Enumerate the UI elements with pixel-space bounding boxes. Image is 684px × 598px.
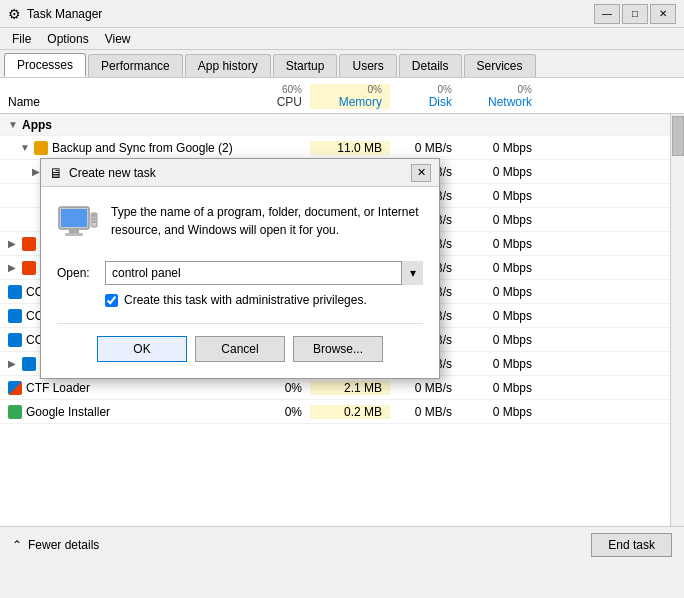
app-title: Task Manager <box>27 7 102 21</box>
open-input[interactable] <box>105 261 423 285</box>
maximize-button[interactable]: □ <box>622 4 648 24</box>
svg-rect-3 <box>65 233 83 236</box>
menu-bar: File Options View <box>0 28 684 50</box>
svg-rect-5 <box>92 214 96 217</box>
tab-processes[interactable]: Processes <box>4 53 86 77</box>
menu-view[interactable]: View <box>97 30 139 48</box>
checkbox-label: Create this task with administrative pri… <box>124 293 367 307</box>
tab-startup[interactable]: Startup <box>273 54 338 77</box>
title-bar: ⚙ Task Manager — □ ✕ <box>0 0 684 28</box>
create-task-dialog: 🖥 Create new task ✕ <box>40 158 440 379</box>
checkbox-row: Create this task with administrative pri… <box>105 293 423 307</box>
dialog-buttons: OK Cancel Browse... <box>57 323 423 362</box>
tab-performance[interactable]: Performance <box>88 54 183 77</box>
tab-users[interactable]: Users <box>339 54 396 77</box>
dialog-overlay: 🖥 Create new task ✕ <box>0 78 684 562</box>
menu-options[interactable]: Options <box>39 30 96 48</box>
svg-rect-7 <box>92 221 96 223</box>
browse-button[interactable]: Browse... <box>293 336 383 362</box>
dialog-content: Type the name of a program, folder, docu… <box>41 187 439 378</box>
minimize-button[interactable]: — <box>594 4 620 24</box>
svg-rect-1 <box>61 209 87 227</box>
dialog-open-row: Open: ▾ <box>57 261 423 285</box>
tab-details[interactable]: Details <box>399 54 462 77</box>
dialog-description: Type the name of a program, folder, docu… <box>111 203 423 245</box>
admin-checkbox[interactable] <box>105 294 118 307</box>
dialog-title: Create new task <box>69 166 156 180</box>
open-input-wrapper: ▾ <box>105 261 423 285</box>
main-content: Name 60% CPU 0% Memory 0% Disk 0% Networ… <box>0 78 684 562</box>
svg-rect-6 <box>92 218 96 220</box>
tabs: Processes Performance App history Startu… <box>0 50 684 78</box>
dropdown-arrow[interactable]: ▾ <box>401 261 423 285</box>
cancel-button[interactable]: Cancel <box>195 336 285 362</box>
svg-rect-2 <box>69 229 79 233</box>
open-label: Open: <box>57 266 97 280</box>
dialog-titlebar: 🖥 Create new task ✕ <box>41 159 439 187</box>
close-button[interactable]: ✕ <box>650 4 676 24</box>
dialog-icon: 🖥 <box>49 165 63 181</box>
computer-icon <box>57 203 99 245</box>
dialog-pc-icon <box>57 203 99 245</box>
tab-services[interactable]: Services <box>464 54 536 77</box>
ok-button[interactable]: OK <box>97 336 187 362</box>
app-icon: ⚙ <box>8 6 21 22</box>
menu-file[interactable]: File <box>4 30 39 48</box>
dialog-close-button[interactable]: ✕ <box>411 164 431 182</box>
tab-app-history[interactable]: App history <box>185 54 271 77</box>
